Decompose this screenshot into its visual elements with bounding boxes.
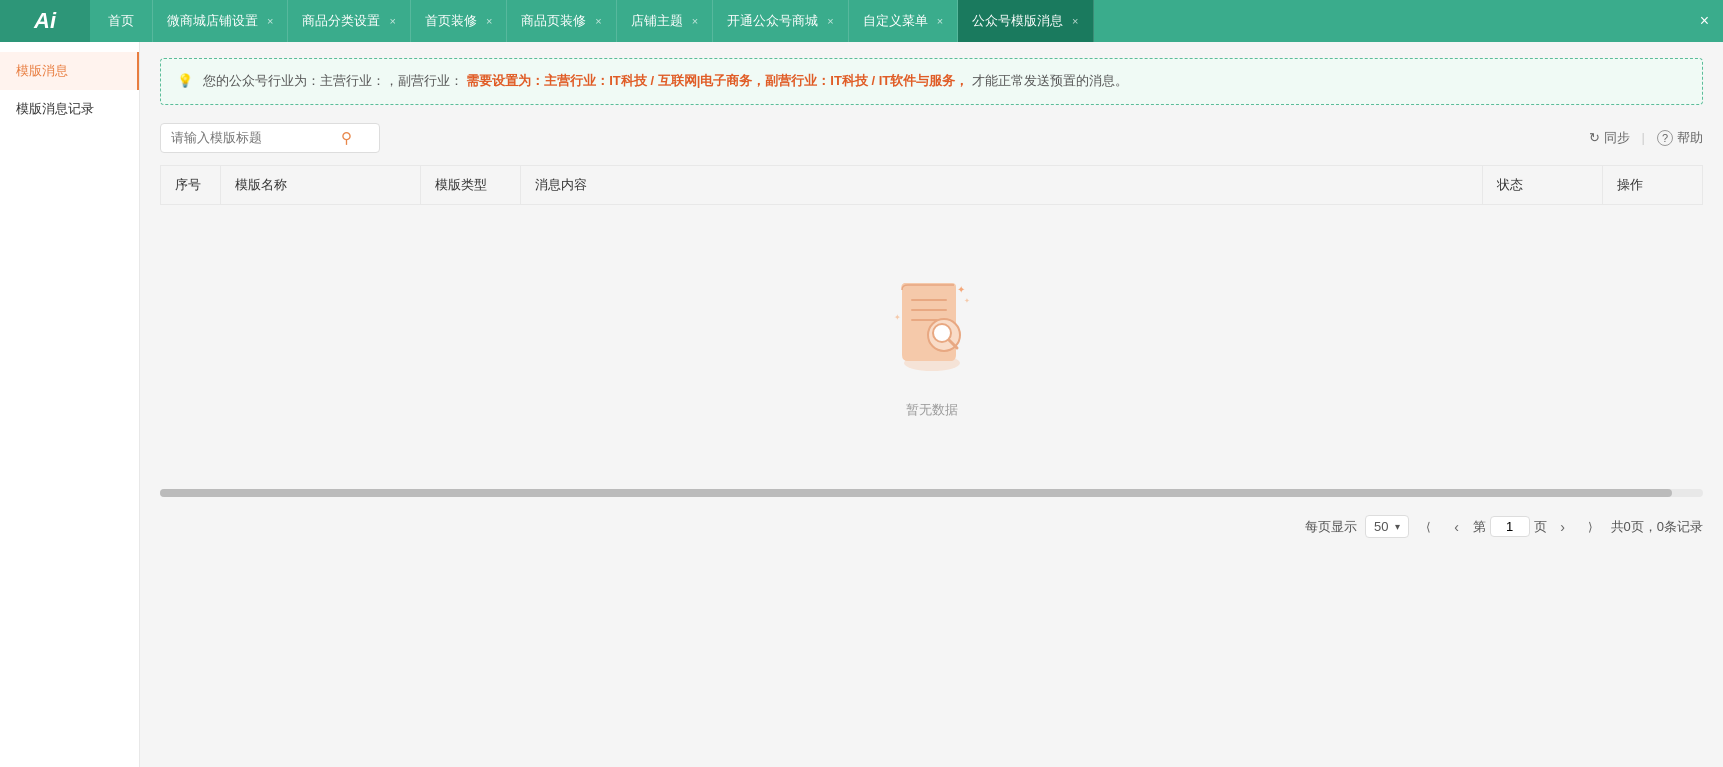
search-input[interactable]	[171, 130, 341, 145]
sync-label: 同步	[1604, 129, 1630, 147]
help-icon: ?	[1657, 130, 1673, 146]
search-input-wrap: ⚲	[160, 123, 380, 153]
scrollbar-thumb	[160, 489, 1672, 497]
svg-text:✦: ✦	[957, 284, 965, 295]
notice-highlight: 需要设置为：主营行业：IT科技 / 互联网|电子商务，副营行业：IT科技 / I…	[466, 73, 968, 88]
page-label: 第	[1473, 518, 1486, 536]
tab-home[interactable]: 首页	[90, 0, 153, 42]
notice-suffix: 才能正常发送预置的消息。	[972, 73, 1128, 88]
sidebar-template-msg[interactable]: 模版消息	[0, 52, 139, 90]
tab-template-msg-close[interactable]: ×	[1072, 15, 1078, 27]
main-layout: 模版消息模版消息记录 💡 您的公众号行业为：主营行业：，副营行业： 需要设置为：…	[0, 42, 1723, 767]
top-nav: Ai 首页 微商城店铺设置×商品分类设置×首页装修×商品页装修×店铺主题×开通公…	[0, 0, 1723, 42]
tab-shop-settings-close[interactable]: ×	[267, 15, 273, 27]
page-number-input[interactable]	[1490, 516, 1530, 537]
tab-product-page-decor-close[interactable]: ×	[595, 15, 601, 27]
col-status: 状态	[1483, 165, 1603, 204]
logo: Ai	[0, 0, 90, 42]
page-nav: ⟨ ‹ 第 页 › ⟩	[1417, 515, 1603, 539]
tab-template-msg[interactable]: 公众号模版消息×	[958, 0, 1093, 42]
notice-icon: 💡	[177, 73, 193, 88]
notice-prefix: 您的公众号行业为：主营行业：，副营行业：	[203, 73, 463, 88]
tab-home-decor-close[interactable]: ×	[486, 15, 492, 27]
col-index: 序号	[161, 165, 221, 204]
page-suffix: 页	[1534, 518, 1547, 536]
tab-home-decor[interactable]: 首页装修×	[411, 0, 507, 42]
toolbar-right: ↻ 同步 | ? 帮助	[1589, 129, 1703, 147]
tab-shop-theme-close[interactable]: ×	[692, 15, 698, 27]
tab-product-page-decor[interactable]: 商品页装修×	[507, 0, 616, 42]
tab-product-category[interactable]: 商品分类设置×	[288, 0, 410, 42]
tab-custom-menu[interactable]: 自定义菜单×	[849, 0, 958, 42]
search-button[interactable]: ⚲	[341, 129, 352, 147]
table-header-row: 序号 模版名称 模版类型 消息内容 状态 操作	[161, 165, 1703, 204]
col-name: 模版名称	[221, 165, 421, 204]
data-table: 序号 模版名称 模版类型 消息内容 状态 操作	[160, 165, 1703, 205]
empty-icon: ✦ ✦ ✦	[872, 265, 992, 385]
svg-text:✦: ✦	[964, 297, 970, 304]
empty-state: ✦ ✦ ✦ 暂无数据	[160, 205, 1703, 479]
total-info: 共0页，0条记录	[1611, 518, 1703, 536]
col-type: 模版类型	[421, 165, 521, 204]
per-page-value: 50	[1374, 519, 1388, 534]
last-page-button[interactable]: ⟩	[1579, 515, 1603, 539]
sync-button[interactable]: ↻ 同步	[1589, 129, 1630, 147]
pagination: 每页显示 50 ▾ ⟨ ‹ 第 页 › ⟩ 共0页，0条记录	[160, 507, 1703, 547]
scrollbar-area[interactable]	[160, 489, 1703, 497]
tab-open-mall-close[interactable]: ×	[827, 15, 833, 27]
logo-text: Ai	[34, 8, 56, 34]
sync-icon: ↻	[1589, 130, 1600, 145]
tab-custom-menu-close[interactable]: ×	[937, 15, 943, 27]
svg-text:✦: ✦	[894, 313, 901, 322]
help-button[interactable]: ? 帮助	[1657, 129, 1703, 147]
notice-box: 💡 您的公众号行业为：主营行业：，副营行业： 需要设置为：主营行业：IT科技 /…	[160, 58, 1703, 105]
per-page-dropdown-icon: ▾	[1395, 521, 1400, 532]
next-page-button[interactable]: ›	[1551, 515, 1575, 539]
tab-product-category-close[interactable]: ×	[389, 15, 395, 27]
first-page-button[interactable]: ⟨	[1417, 515, 1441, 539]
tab-shop-settings[interactable]: 微商城店铺设置×	[153, 0, 288, 42]
col-action: 操作	[1603, 165, 1703, 204]
content-area: 💡 您的公众号行业为：主营行业：，副营行业： 需要设置为：主营行业：IT科技 /…	[140, 42, 1723, 767]
close-all-button[interactable]: ×	[1686, 12, 1723, 30]
empty-text: 暂无数据	[906, 401, 958, 419]
per-page-label: 每页显示	[1305, 518, 1357, 536]
col-content: 消息内容	[521, 165, 1483, 204]
sidebar-template-record[interactable]: 模版消息记录	[0, 90, 139, 128]
nav-tabs: 首页 微商城店铺设置×商品分类设置×首页装修×商品页装修×店铺主题×开通公众号商…	[90, 0, 1686, 42]
tab-open-mall[interactable]: 开通公众号商城×	[713, 0, 848, 42]
sidebar: 模版消息模版消息记录	[0, 42, 140, 767]
help-label: 帮助	[1677, 129, 1703, 147]
prev-page-button[interactable]: ‹	[1445, 515, 1469, 539]
search-bar: ⚲ ↻ 同步 | ? 帮助	[160, 123, 1703, 153]
per-page-select[interactable]: 50 ▾	[1365, 515, 1408, 538]
tab-shop-theme[interactable]: 店铺主题×	[617, 0, 713, 42]
toolbar-divider: |	[1642, 130, 1645, 145]
